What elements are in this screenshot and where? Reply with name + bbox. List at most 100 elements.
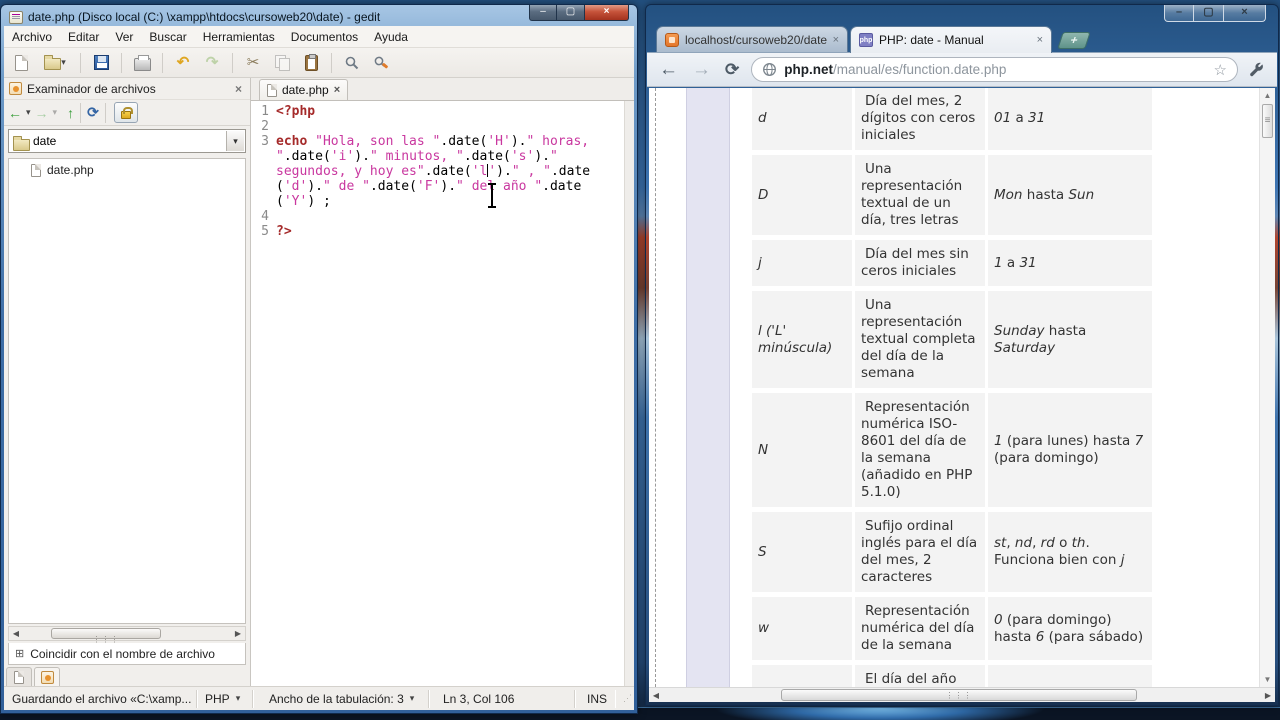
replace-button[interactable] xyxy=(370,52,392,74)
scroll-right-icon[interactable]: ▶ xyxy=(1261,688,1275,702)
tab-close-icon[interactable]: × xyxy=(334,84,340,96)
settings-wrench-icon[interactable] xyxy=(1248,61,1265,78)
find-button[interactable] xyxy=(341,52,363,74)
file-browser-pane-tab[interactable] xyxy=(34,667,60,686)
code-line: ('d')." de ".date('F')." del año ".date xyxy=(251,179,624,194)
file-list-item[interactable]: date.php xyxy=(9,159,245,180)
tab-close-icon[interactable]: × xyxy=(1037,34,1043,46)
scroll-left-icon[interactable]: ◀ xyxy=(649,688,663,702)
file-list: date.php xyxy=(8,158,246,624)
format-character-cell: d xyxy=(752,88,852,150)
redo-button[interactable]: ↷ xyxy=(201,52,223,74)
document-tabbar: date.php × xyxy=(251,78,634,100)
resize-grip[interactable]: ⋰ xyxy=(623,693,632,704)
menu-documentos[interactable]: Documentos xyxy=(283,28,366,46)
description-cell: Una representación textual de un día, tr… xyxy=(855,155,985,235)
expander-icon[interactable]: ⊞ xyxy=(15,647,24,660)
save-button[interactable] xyxy=(90,52,112,74)
page-vertical-scrollbar[interactable]: ▲ ▼ xyxy=(1259,88,1275,687)
panel-horizontal-scrollbar[interactable]: ◀ ⋮⋮⋮ ▶ xyxy=(8,626,246,644)
scrollbar-thumb[interactable] xyxy=(1262,104,1273,138)
menu-herramientas[interactable]: Herramientas xyxy=(195,28,283,46)
save-icon xyxy=(93,55,109,70)
line-number: 3 xyxy=(261,134,269,149)
mouse-ibeam-cursor xyxy=(486,183,498,208)
scroll-down-icon[interactable]: ▼ xyxy=(1260,675,1275,684)
tab-php-manual[interactable]: php PHP: date - Manual × xyxy=(850,26,1052,53)
minimize-button[interactable]: – xyxy=(1164,5,1194,22)
line-number: 5 xyxy=(261,224,269,239)
new-document-button[interactable] xyxy=(10,52,32,74)
scroll-right-icon[interactable]: ▶ xyxy=(231,629,245,638)
scroll-up-icon[interactable]: ▲ xyxy=(1260,91,1275,100)
scrollbar-thumb[interactable]: ⋮⋮⋮ xyxy=(781,689,1137,701)
menu-archivo[interactable]: Archivo xyxy=(4,28,60,46)
print-button[interactable] xyxy=(131,52,153,74)
refresh-icon[interactable]: ⟳ xyxy=(87,104,99,121)
menu-ayuda[interactable]: Ayuda xyxy=(366,28,416,46)
forward-icon[interactable]: → xyxy=(692,60,711,79)
cut-button[interactable]: ✂ xyxy=(242,52,264,74)
paste-button[interactable] xyxy=(300,52,322,74)
menu-buscar[interactable]: Buscar xyxy=(141,28,194,46)
new-tab-button[interactable]: + xyxy=(1057,32,1091,49)
gedit-statusbar: Guardando el archivo «C:\xamp... PHP ▾ An… xyxy=(4,686,634,710)
tab-width-selector[interactable]: Ancho de la tabulación: 3 ▾ xyxy=(261,689,429,708)
values-cell: 1 (para lunes) hasta 7 (para domingo) xyxy=(988,393,1152,507)
back-history-dropdown-icon[interactable]: ▾ xyxy=(26,107,31,118)
language-selector[interactable]: PHP ▾ xyxy=(197,689,253,708)
address-bar[interactable]: php.net/manual/es/function.date.php ☆ xyxy=(751,57,1238,82)
values-cell: 1 a 31 xyxy=(988,240,1152,286)
toolbar-separator xyxy=(331,52,332,73)
page-horizontal-scrollbar[interactable]: ◀ ⋮⋮⋮ ▶ xyxy=(649,687,1275,702)
code-line: 5 ?> xyxy=(251,224,624,239)
tab-close-icon[interactable]: × xyxy=(833,34,839,46)
bookmark-star-icon[interactable]: ☆ xyxy=(1214,61,1227,79)
documents-pane-tab[interactable] xyxy=(6,667,32,686)
gedit-toolbar: ▾ ↶ ↷ ✂ xyxy=(4,48,634,78)
forward-icon[interactable]: → xyxy=(35,105,49,121)
url-path: /manual/es/function.date.php xyxy=(833,62,1007,77)
copy-button[interactable] xyxy=(271,52,293,74)
document-tab[interactable]: date.php × xyxy=(259,79,349,100)
location-combobox[interactable]: date ▾ xyxy=(8,129,246,153)
maximize-button[interactable]: ▢ xyxy=(557,5,585,21)
scroll-left-icon[interactable]: ◀ xyxy=(9,629,23,638)
open-dropdown-icon[interactable]: ▾ xyxy=(61,57,66,68)
format-character-cell: w xyxy=(752,597,852,660)
page-content: d Día del mes, 2 dígitos con ceros inicia… xyxy=(649,88,1275,687)
close-button[interactable]: × xyxy=(1224,5,1266,22)
gedit-titlebar[interactable]: date.php (Disco local (C:) \xampp\htdocs… xyxy=(9,8,380,26)
forward-history-dropdown-icon[interactable]: ▾ xyxy=(53,107,58,118)
parent-folder-icon[interactable]: ↑ xyxy=(67,105,74,121)
close-button[interactable]: × xyxy=(585,5,629,21)
code-text: ('d')." de ".date('F')." del año ".date xyxy=(276,179,582,194)
reload-icon[interactable]: ⟳ xyxy=(725,61,739,78)
back-icon[interactable]: ← xyxy=(8,105,22,121)
format-character-cell: j xyxy=(752,240,852,286)
undo-button[interactable]: ↶ xyxy=(172,52,194,74)
match-filename-expander[interactable]: ⊞ Coincidir con el nombre de archivo xyxy=(8,643,246,665)
tab-label: PHP: date - Manual xyxy=(879,33,984,47)
bookmarks-toggle-button[interactable] xyxy=(113,102,138,123)
line-number: 2 xyxy=(261,119,269,134)
undo-icon: ↶ xyxy=(176,54,190,71)
menu-editar[interactable]: Editar xyxy=(60,28,107,46)
panel-close-icon[interactable]: × xyxy=(232,82,245,96)
table-row: w Representación numérica del día de la s… xyxy=(752,597,1152,660)
print-icon xyxy=(133,55,151,71)
maximize-button[interactable]: ▢ xyxy=(1194,5,1224,22)
minimize-button[interactable]: – xyxy=(529,5,557,21)
combo-dropdown-icon[interactable]: ▾ xyxy=(226,131,244,151)
description-cell: Día del mes, 2 dígitos con ceros inicial… xyxy=(855,88,985,150)
format-character-cell: l ('L' minúscula) xyxy=(752,291,852,388)
php-favicon: php xyxy=(859,33,873,47)
code-lines[interactable]: 1 <?php 2 3 echo "Hola, son las ".date('H').… xyxy=(251,101,624,686)
tab-localhost[interactable]: localhost/cursoweb20/date × xyxy=(656,26,848,53)
back-icon[interactable]: ← xyxy=(659,60,678,79)
editor-vertical-scrollbar[interactable] xyxy=(624,101,634,686)
open-button[interactable]: ▾ xyxy=(39,52,71,74)
table-row: d Día del mes, 2 dígitos con ceros inicia… xyxy=(752,88,1152,150)
nav-separator xyxy=(104,102,106,123)
menu-ver[interactable]: Ver xyxy=(107,28,141,46)
